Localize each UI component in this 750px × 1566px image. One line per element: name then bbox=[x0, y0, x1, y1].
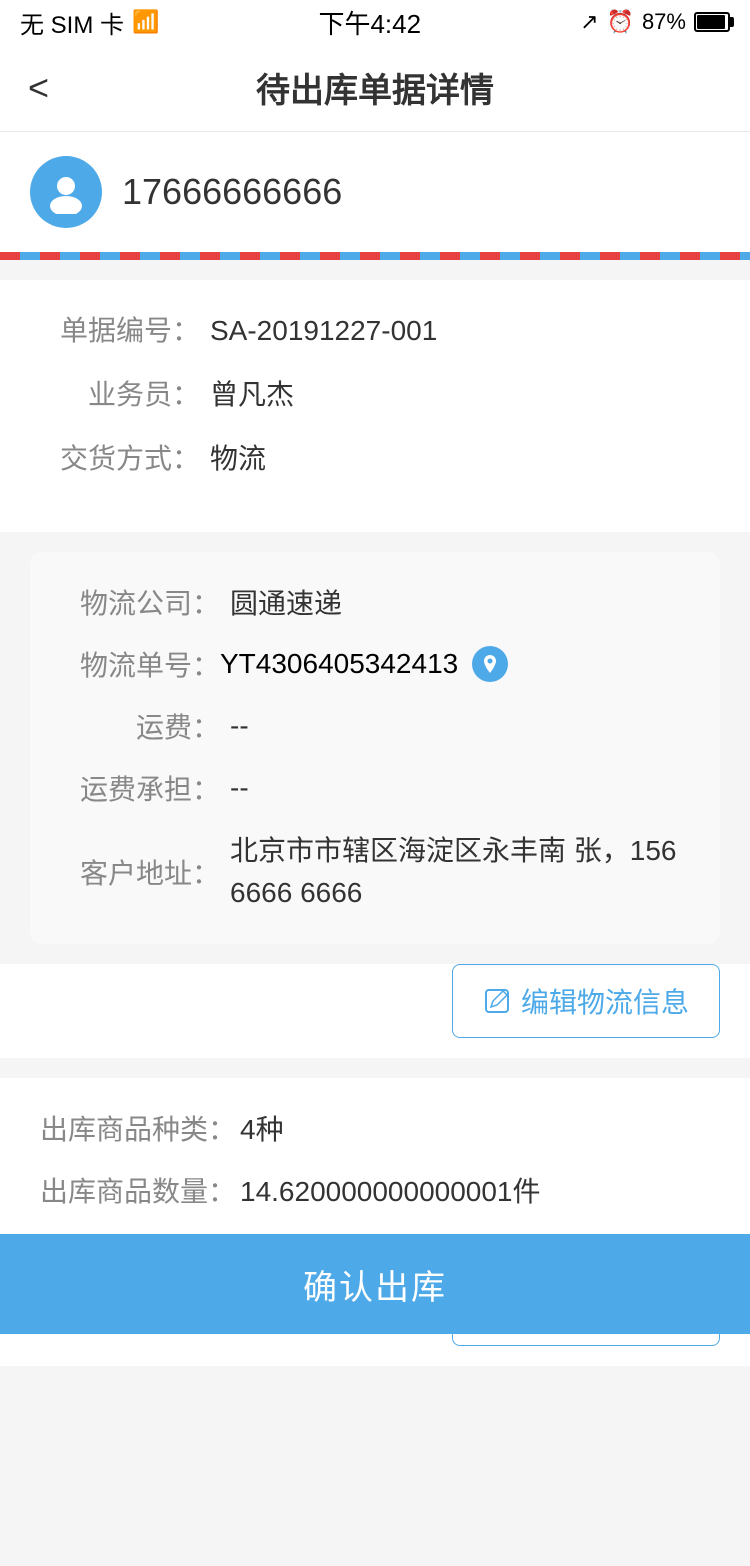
location-pin-button[interactable] bbox=[472, 646, 508, 682]
logistics-company-row: 物流公司： 圆通速递 bbox=[60, 582, 690, 622]
order-number-value: SA-20191227-001 bbox=[210, 310, 710, 352]
goods-types-value: 4种 bbox=[240, 1108, 284, 1148]
logistics-company-label: 物流公司： bbox=[60, 582, 220, 622]
logistics-card: 物流公司： 圆通速递 物流单号： YT43064053424​13 运费： --… bbox=[30, 552, 720, 944]
dashed-divider bbox=[0, 252, 750, 260]
salesman-row: 业务员： 曾凡杰 bbox=[40, 374, 710, 416]
goods-quantity-value: 14.620000000000001件 bbox=[240, 1170, 541, 1210]
edit-logistics-container: 编辑物流信息 bbox=[0, 964, 750, 1058]
alarm-icon: ⏰ bbox=[607, 9, 634, 35]
freight-label: 运费： bbox=[60, 706, 220, 746]
status-bar: 无 SIM 卡 📶 下午4:42 ↗ ⏰ 87% bbox=[0, 0, 750, 44]
goods-quantity-row: 出库商品数量： 14.620000000000001件 bbox=[40, 1170, 710, 1210]
goods-types-label: 出库商品种类： bbox=[40, 1108, 240, 1148]
bottom-spacer bbox=[0, 1366, 750, 1466]
tracking-number: YT43064053424​13 bbox=[220, 648, 458, 680]
freight-bear-value: -- bbox=[230, 772, 690, 804]
location-icon: ↗ bbox=[580, 9, 598, 35]
customer-phone: 17666666666 bbox=[122, 171, 342, 213]
tracking-value-container: YT43064053424​13 bbox=[220, 646, 508, 682]
logistics-company-value: 圆通速递 bbox=[230, 582, 690, 622]
tracking-row: 物流单号： YT43064053424​13 bbox=[60, 644, 690, 684]
goods-quantity-label: 出库商品数量： bbox=[40, 1170, 240, 1210]
status-left: 无 SIM 卡 📶 bbox=[20, 5, 159, 40]
battery-icon bbox=[694, 12, 730, 32]
tracking-label: 物流单号： bbox=[60, 644, 220, 684]
freight-bear-label: 运费承担： bbox=[60, 768, 220, 808]
delivery-row: 交货方式： 物流 bbox=[40, 438, 710, 480]
address-value: 北京市市辖区海淀区永丰南 张，156 6666 6666 bbox=[230, 830, 690, 914]
battery-percent: 87% bbox=[642, 9, 686, 35]
section-divider bbox=[0, 1058, 750, 1078]
address-label: 客户地址： bbox=[60, 852, 220, 892]
back-button[interactable]: < bbox=[28, 67, 49, 109]
customer-header: 17666666666 bbox=[0, 132, 750, 252]
salesman-value: 曾凡杰 bbox=[210, 374, 710, 416]
freight-bear-row: 运费承担： -- bbox=[60, 768, 690, 808]
edit-logistics-button[interactable]: 编辑物流信息 bbox=[452, 964, 720, 1038]
edit-logistics-label: 编辑物流信息 bbox=[521, 981, 689, 1021]
goods-types-row: 出库商品种类： 4种 bbox=[40, 1108, 710, 1148]
freight-value: -- bbox=[230, 710, 690, 742]
avatar bbox=[30, 156, 102, 228]
wifi-icon: 📶 bbox=[132, 9, 159, 35]
confirm-button[interactable]: 确认出库 bbox=[0, 1234, 750, 1334]
salesman-label: 业务员： bbox=[40, 374, 200, 416]
status-time: 下午4:42 bbox=[318, 4, 421, 41]
order-number-row: 单据编号： SA-20191227-001 bbox=[40, 310, 710, 352]
delivery-value: 物流 bbox=[210, 438, 710, 480]
page-title: 待出库单据详情 bbox=[256, 63, 494, 112]
freight-row: 运费： -- bbox=[60, 706, 690, 746]
carrier-text: 无 SIM 卡 bbox=[20, 5, 124, 40]
status-right: ↗ ⏰ 87% bbox=[580, 9, 730, 35]
nav-bar: < 待出库单据详情 bbox=[0, 44, 750, 132]
order-info-section: 单据编号： SA-20191227-001 业务员： 曾凡杰 交货方式： 物流 bbox=[0, 280, 750, 532]
order-number-label: 单据编号： bbox=[40, 310, 200, 352]
address-row: 客户地址： 北京市市辖区海淀区永丰南 张，156 6666 6666 bbox=[60, 830, 690, 914]
delivery-label: 交货方式： bbox=[40, 438, 200, 480]
